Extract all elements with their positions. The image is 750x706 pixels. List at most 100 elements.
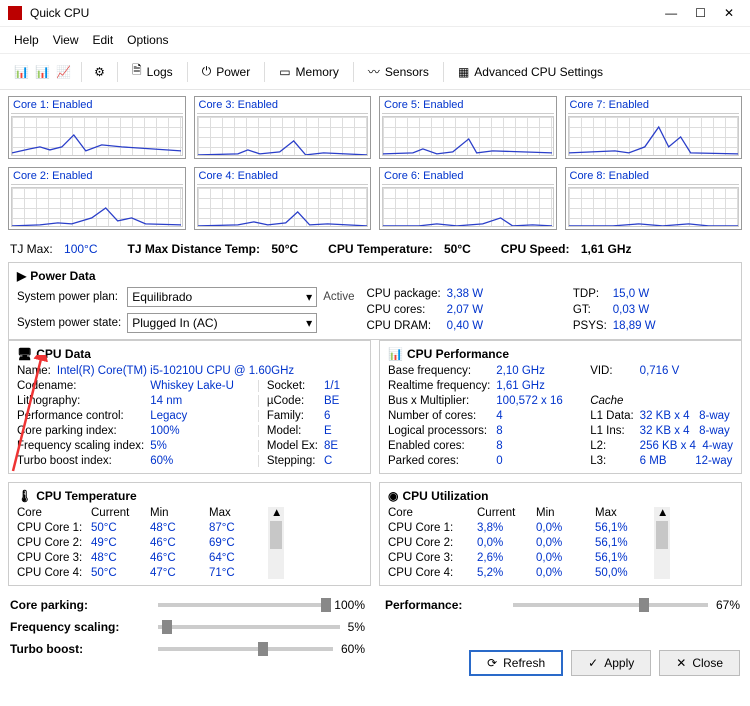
thermometer-icon: 🌡 [17,489,32,503]
cpuperf-label2: Cache [590,395,633,407]
menu-view[interactable]: View [53,33,79,47]
row-label: CPU Core 1: [388,522,473,534]
cpudata-value: 60% [150,455,252,467]
core-graph-2[interactable]: Core 2: Enabled [8,167,186,230]
cpudata-value2: BE [324,395,362,407]
advanced-cpu-settings-button[interactable]: ▦Advanced CPU Settings [454,63,607,81]
row-min: 48°C [150,522,205,534]
logs-button[interactable]: 🗎Logs [128,59,177,84]
minimize-button[interactable]: — [665,6,677,20]
titlebar: Quick CPU — ☐ ✕ [0,0,750,27]
toolbar: 📊 📊 📈 ⚙ 🗎Logs ⏻Power ▭Memory 〰Sensors ▦A… [0,54,750,90]
core-graph-4[interactable]: Core 4: Enabled [194,167,372,230]
close-window-button[interactable]: ✕ [724,6,734,20]
refresh-icon: ⟳ [487,656,497,670]
cpuperf-label2: L3: [590,455,633,467]
sensors-button[interactable]: 〰Sensors [364,61,433,82]
frequency-scaling-slider[interactable]: Frequency scaling: 5% [0,616,375,638]
cpudata-label2: Stepping: [258,455,318,467]
row-cur: 5,2% [477,567,532,579]
cpudata-label: Codename: [17,380,144,392]
cpuperf-label: Number of cores: [388,410,490,422]
cpudata-label: Lithography: [17,395,144,407]
menu-help[interactable]: Help [14,33,39,47]
core-title: Core 7: Enabled [568,99,740,114]
power-stat-value: 0,03 W [613,304,733,316]
row-min: 0,0% [536,567,591,579]
cpuperf-value: 8 [496,425,584,437]
power-state-label: System power state: [17,317,121,329]
cpuperf-value2 [640,395,733,407]
menu-options[interactable]: Options [127,33,168,47]
row-label: CPU Core 1: [17,522,87,534]
core-graph-5[interactable]: Core 5: Enabled [379,96,557,159]
core-title: Core 6: Enabled [382,170,554,185]
row-label: CPU Core 2: [388,537,473,549]
cpu-data-panel: 🖥CPU Data Name:Intel(R) Core(TM) i5-1021… [8,340,371,474]
refresh-button[interactable]: ⟳Refresh [469,650,563,676]
cpudata-value: Whiskey Lake-U [150,380,252,392]
cpudata-label: Turbo boost index: [17,455,144,467]
power-data-panel: ▶Power Data System power plan: Equilibra… [8,262,742,340]
core-title: Core 4: Enabled [197,170,369,185]
scrollbar[interactable]: ▲ [654,507,670,579]
cpudata-label2: µCode: [258,395,318,407]
cpuperf-label2 [590,380,633,392]
row-max: 56,1% [595,522,650,534]
status-bar: TJ Max: 100°C TJ Max Distance Temp: 50°C… [0,236,750,262]
cpuperf-value: 100,572 x 16 [496,395,584,407]
power-plan-select[interactable]: Equilibrado▾ [127,287,317,307]
core-graph-6[interactable]: Core 6: Enabled [379,167,557,230]
row-cur: 0,0% [477,537,532,549]
cpudata-value2: 8E [324,440,362,452]
power-button[interactable]: ⏻Power [198,62,255,81]
cpudata-label2: Socket: [258,380,318,392]
col-header: Current [91,507,146,519]
row-max: 50,0% [595,567,650,579]
row-label: CPU Core 2: [17,537,87,549]
cpuperf-value: 1,61 GHz [496,380,584,392]
col-header: Core [17,507,87,519]
cpudata-value: 100% [150,425,252,437]
core-graph-8[interactable]: Core 8: Enabled [565,167,743,230]
cores-grid: Core 1: Enabled Core 3: Enabled Core 5: … [0,90,750,236]
row-min: 47°C [150,567,205,579]
apply-button[interactable]: ✓Apply [571,650,651,676]
cpuperf-label2: L1 Data: [590,410,633,422]
core-graph-3[interactable]: Core 3: Enabled [194,96,372,159]
chart-icon-2[interactable]: 📊 [35,64,50,79]
chart-icon-1[interactable]: 📊 [14,64,29,79]
cpuperf-label: Enabled cores: [388,440,490,452]
row-max: 87°C [209,522,264,534]
power-stat-value: 3,38 W [447,288,567,300]
memory-button[interactable]: ▭Memory [275,63,343,81]
cpuperf-value2: 256 KB x 4 4-way [640,440,733,452]
menu-edit[interactable]: Edit [92,33,113,47]
cpuperf-label: Bus x Multiplier: [388,395,490,407]
cpudata-value2: C [324,455,362,467]
cpuperf-label: Realtime frequency: [388,380,490,392]
maximize-button[interactable]: ☐ [695,6,706,20]
row-cur: 50°C [91,567,146,579]
core-graph-1[interactable]: Core 1: Enabled [8,96,186,159]
cpudata-label: Core parking index: [17,425,144,437]
performance-slider[interactable]: Performance: 67% [375,594,750,616]
core-parking-slider[interactable]: Core parking: 100% [0,594,375,616]
power-state-select[interactable]: Plugged In (AC)▾ [127,313,317,333]
power-stat-value: 0,40 W [447,320,567,332]
row-label: CPU Core 4: [17,567,87,579]
row-max: 64°C [209,552,264,564]
gear-icon[interactable]: ⚙ [92,64,107,79]
cpuperf-value2: 32 KB x 4 8-way [640,410,733,422]
cpuperf-value2 [640,380,733,392]
cpu-util-panel: ◉CPU Utilization CoreCurrentMinMax▲CPU C… [379,482,742,586]
power-stat-label: CPU package: [367,288,441,300]
close-button[interactable]: ✕Close [659,650,740,676]
scrollbar[interactable]: ▲ [268,507,284,579]
core-graph-7[interactable]: Core 7: Enabled [565,96,743,159]
row-label: CPU Core 4: [388,567,473,579]
cpuperf-label: Parked cores: [388,455,490,467]
cpu-temp-panel: 🌡CPU Temperature CoreCurrentMinMax▲CPU C… [8,482,371,586]
turbo-boost-slider[interactable]: Turbo boost: 60% [0,638,375,660]
chart-icon-3[interactable]: 📈 [56,64,71,79]
